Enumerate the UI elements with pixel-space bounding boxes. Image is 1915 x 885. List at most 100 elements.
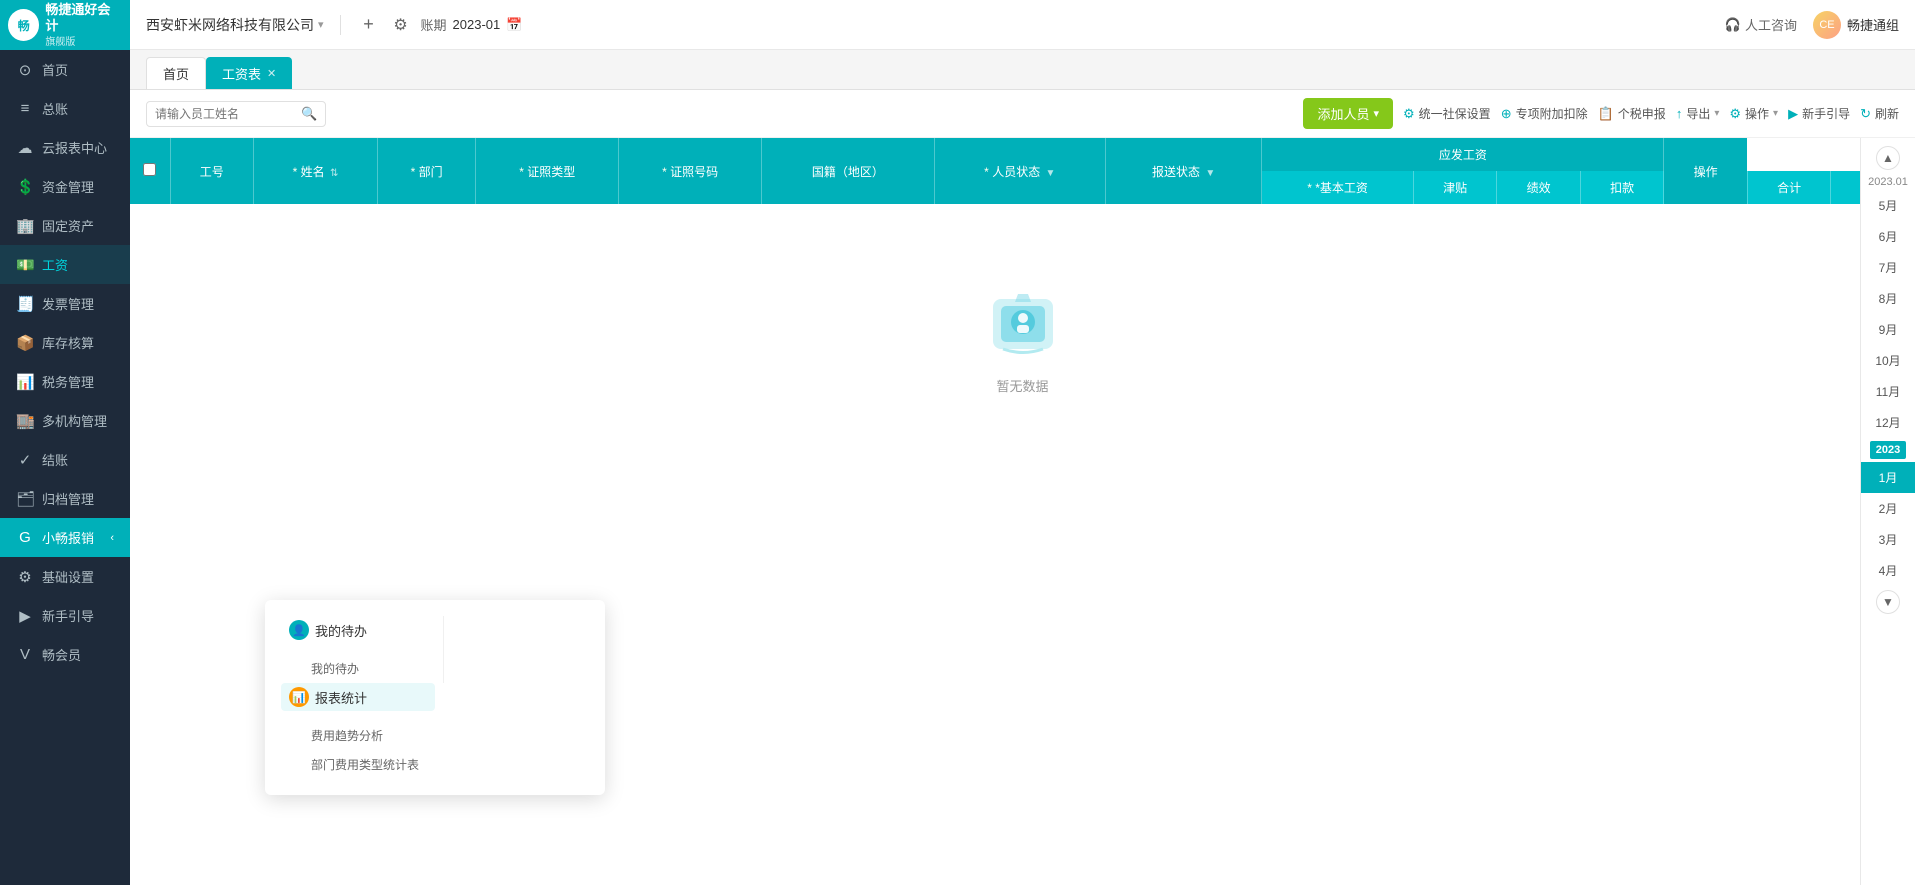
- filter-icon[interactable]: ▼: [1046, 168, 1056, 179]
- month-3[interactable]: 3月: [1861, 524, 1915, 555]
- tax-return-icon: 📋: [1598, 106, 1614, 122]
- sidebar-item-label: 工资: [42, 255, 68, 274]
- th-id-number[interactable]: * 证照号码: [619, 138, 762, 204]
- search-input[interactable]: [155, 107, 295, 121]
- tab-home[interactable]: 首页: [146, 57, 206, 89]
- month-selector: ▲ 2023.01 5月 6月 7月 8月 9月 10月 11月 12月 202…: [1860, 138, 1915, 885]
- multiorg-icon: 🏬: [16, 412, 34, 430]
- company-selector[interactable]: 西安虾米网络科技有限公司 ▾: [146, 15, 324, 35]
- operation-dropdown-icon: ▾: [1773, 108, 1778, 119]
- add-person-button[interactable]: 添加人员 ▾: [1303, 98, 1393, 129]
- topbar: 西安虾米网络科技有限公司 ▾ + ⚙ 账期 2023-01 📅 🎧 人工咨询 C…: [130, 0, 1915, 50]
- tab-salary-table[interactable]: 工资表 ✕: [206, 57, 292, 89]
- guide-icon: ▶: [16, 607, 34, 625]
- sidebar-item-invoice[interactable]: 🧾 发票管理: [0, 284, 130, 323]
- member-icon: V: [16, 646, 34, 663]
- th-allowance[interactable]: 津贴: [1413, 171, 1497, 204]
- sidebar-item-multi-org[interactable]: 🏬 多机构管理: [0, 401, 130, 440]
- tab-close-icon[interactable]: ✕: [267, 67, 276, 80]
- popup-col-todo-title[interactable]: 👤 我的待办: [281, 616, 435, 644]
- month-nav-down[interactable]: ▼: [1876, 590, 1900, 614]
- new-guide-label: 新手引导: [1802, 105, 1850, 122]
- sidebar-item-tax[interactable]: 📊 税务管理: [0, 362, 130, 401]
- sidebar-item-home[interactable]: ⊙ 首页: [0, 50, 130, 89]
- social-insurance-label: 统一社保设置: [1419, 105, 1491, 122]
- filter-icon2[interactable]: ▼: [1205, 168, 1215, 179]
- sidebar-item-salary[interactable]: 💵 工资: [0, 245, 130, 284]
- th-id-type[interactable]: * 证照类型: [476, 138, 619, 204]
- new-guide-icon: ▶: [1788, 106, 1798, 122]
- th-name[interactable]: * 姓名 ⇅: [254, 138, 378, 204]
- export-action[interactable]: ↑ 导出 ▾: [1676, 105, 1720, 122]
- sidebar-item-fund[interactable]: 💲 资金管理: [0, 167, 130, 206]
- sidebar-item-new-guide[interactable]: ▶ 新手引导: [0, 596, 130, 635]
- logo-text: 畅捷通好会计: [45, 2, 122, 33]
- special-deduct-action[interactable]: ⊕ 专项附加扣除: [1501, 105, 1588, 122]
- tab-home-label: 首页: [163, 64, 189, 83]
- cloud-icon: ☁: [16, 139, 34, 157]
- popup-item-cost-trend[interactable]: 费用趋势分析: [281, 721, 435, 750]
- th-department[interactable]: * 部门: [377, 138, 475, 204]
- home-icon: ⊙: [16, 61, 34, 79]
- content-toolbar: 🔍 添加人员 ▾ ⚙ 统一社保设置 ⊕ 专项附加扣除 📋 个税申报: [130, 90, 1915, 138]
- sidebar-item-ledger[interactable]: ≡ 总账: [0, 89, 130, 128]
- sidebar-item-member[interactable]: V 畅会员: [0, 635, 130, 674]
- month-8[interactable]: 8月: [1861, 283, 1915, 314]
- popup-item-mytodo[interactable]: 我的待办: [281, 654, 435, 683]
- month-1[interactable]: 1月: [1861, 462, 1915, 493]
- month-12[interactable]: 12月: [1861, 407, 1915, 438]
- operation-action[interactable]: ⚙ 操作 ▾: [1729, 105, 1778, 122]
- user-menu[interactable]: CE 畅捷通组: [1813, 11, 1899, 39]
- popup-col-report-title[interactable]: 📊 报表统计: [281, 683, 435, 711]
- settings-icon: ⚙: [16, 568, 34, 586]
- tax-return-action[interactable]: 📋 个税申报: [1598, 105, 1666, 122]
- sidebar-item-inventory[interactable]: 📦 库存核算: [0, 323, 130, 362]
- month-2[interactable]: 2月: [1861, 493, 1915, 524]
- search-icon: 🔍: [301, 106, 317, 122]
- th-total[interactable]: 合计: [1747, 171, 1831, 204]
- period-label: 账期: [421, 15, 447, 34]
- sidebar: 畅 畅捷通好会计 旗舰版 ⊙ 首页 ≡ 总账 ☁ 云报表中心 💲 资金管理 🏢 …: [0, 0, 130, 885]
- th-nationality[interactable]: 国籍（地区）: [762, 138, 935, 204]
- required-mark: *: [411, 165, 416, 179]
- sidebar-item-basic-settings[interactable]: ⚙ 基础设置: [0, 557, 130, 596]
- social-insurance-action[interactable]: ⚙ 统一社保设置: [1403, 105, 1491, 122]
- th-person-status[interactable]: * 人员状态 ▼: [934, 138, 1105, 204]
- sidebar-item-settlement[interactable]: ✓ 结账: [0, 440, 130, 479]
- select-all-checkbox[interactable]: [143, 163, 156, 176]
- th-performance[interactable]: 绩效: [1497, 171, 1581, 204]
- month-10[interactable]: 10月: [1861, 345, 1915, 376]
- month-7[interactable]: 7月: [1861, 252, 1915, 283]
- sidebar-item-archive[interactable]: 🗂 归档管理: [0, 479, 130, 518]
- content-area: 🔍 添加人员 ▾ ⚙ 统一社保设置 ⊕ 专项附加扣除 📋 个税申报: [130, 90, 1915, 885]
- month-5[interactable]: 5月: [1861, 190, 1915, 221]
- month-nav-up[interactable]: ▲: [1876, 146, 1900, 170]
- empty-icon: [973, 284, 1073, 364]
- add-company-button[interactable]: +: [357, 13, 381, 37]
- th-report-status[interactable]: 报送状态 ▼: [1105, 138, 1261, 204]
- sidebar-item-xiaochang[interactable]: G 小畅报销 ‹: [0, 518, 130, 557]
- service-button[interactable]: 🎧 人工咨询: [1725, 15, 1797, 34]
- month-4[interactable]: 4月: [1861, 555, 1915, 586]
- sidebar-item-label: 基础设置: [42, 567, 94, 586]
- month-11[interactable]: 11月: [1861, 376, 1915, 407]
- special-deduct-label: 专项附加扣除: [1516, 105, 1588, 122]
- export-label: 导出: [1686, 105, 1710, 122]
- headset-icon: 🎧: [1725, 17, 1741, 33]
- popup-item-dept-cost[interactable]: 部门费用类型统计表: [281, 750, 435, 779]
- th-deduction[interactable]: 扣款: [1580, 171, 1664, 204]
- period-selector[interactable]: 账期 2023-01 📅: [421, 15, 523, 34]
- th-base-salary[interactable]: * *基本工资: [1262, 171, 1414, 204]
- popup-grid: 👤 我的待办 我的待办 📊 报表统计 费用趋势分析: [281, 616, 589, 779]
- sidebar-item-fixed-assets[interactable]: 🏢 固定资产: [0, 206, 130, 245]
- required-mark: *: [984, 165, 989, 179]
- month-9[interactable]: 9月: [1861, 314, 1915, 345]
- month-6[interactable]: 6月: [1861, 221, 1915, 252]
- new-guide-action[interactable]: ▶ 新手引导: [1788, 105, 1850, 122]
- refresh-action[interactable]: ↻ 刷新: [1860, 105, 1899, 122]
- settings-button[interactable]: ⚙: [389, 13, 413, 37]
- sidebar-item-cloud-report[interactable]: ☁ 云报表中心: [0, 128, 130, 167]
- th-employee-id[interactable]: 工号: [170, 138, 254, 204]
- th-operation[interactable]: 操作: [1664, 138, 1748, 204]
- th-checkbox[interactable]: [130, 138, 170, 204]
